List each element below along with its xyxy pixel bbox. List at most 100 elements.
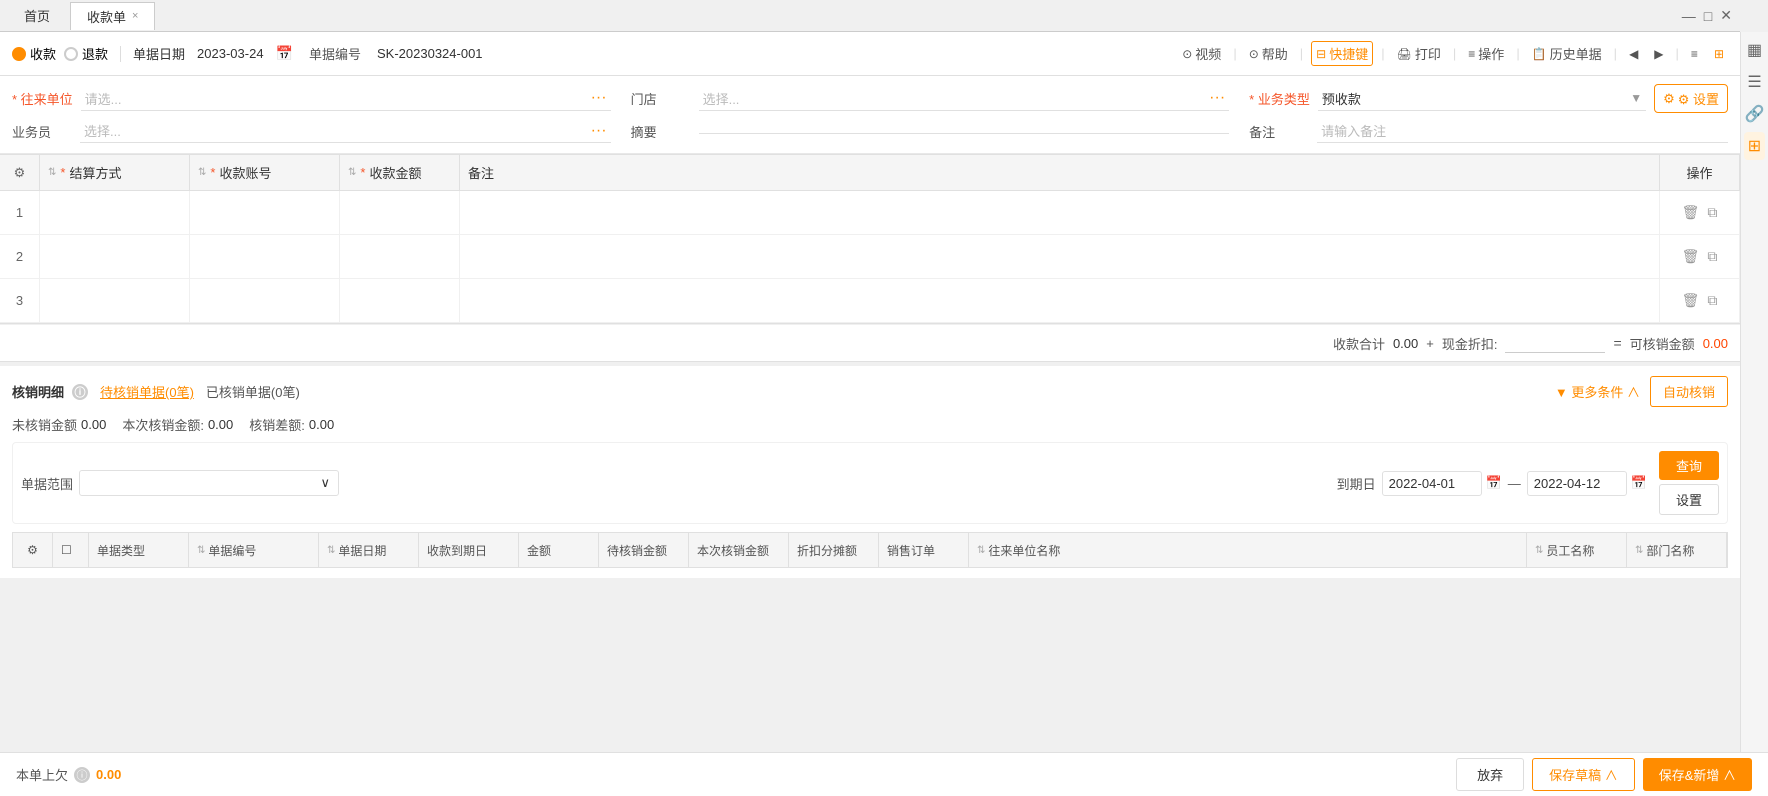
list-view-btn[interactable]: ≡ (1687, 45, 1702, 63)
th-action-label: 操作 (1686, 163, 1712, 182)
help-btn[interactable]: ⊙ 帮助 (1245, 42, 1292, 65)
hexiao-stats: 未核销金额 0.00 本次核销金额: 0.00 核销差额: 0.00 (12, 415, 1728, 434)
counterpart-placeholder: 请选... (81, 89, 587, 108)
prev-btn[interactable]: ◀ (1625, 45, 1642, 63)
td-shoukuan-1[interactable] (190, 191, 340, 235)
video-btn[interactable]: ⊙ 视频 (1178, 42, 1225, 65)
bth-gear[interactable]: ⚙ (13, 533, 53, 567)
query-btn[interactable]: 查询 (1659, 451, 1719, 480)
hexiao-actions: ▼ 更多条件 ∧ 自动核销 (1555, 376, 1728, 407)
home-tab-label: 首页 (24, 6, 50, 25)
tab-done[interactable]: 已核销单据(0笔) (206, 382, 300, 401)
bth-due-date: 收款到期日 (419, 533, 519, 567)
tab-home[interactable]: 首页 (8, 0, 66, 31)
from-date-input[interactable] (1382, 471, 1482, 496)
counterpart-dots-icon[interactable]: ··· (587, 89, 611, 107)
th-shoukuan-label: 收款账号 (219, 163, 271, 182)
delete-icon-2[interactable]: 🗑 (1682, 248, 1700, 265)
radio-tuikuan-label: 退款 (82, 44, 108, 63)
to-date-group: 📅 (1527, 471, 1647, 496)
tab-active[interactable]: 收款单 × (70, 2, 155, 30)
td-jiesuan-1[interactable] (40, 191, 190, 235)
radio-shoukuan[interactable]: 收款 (12, 44, 56, 63)
to-date-input[interactable] (1527, 471, 1627, 496)
window-close-btn[interactable]: ✕ (1720, 7, 1732, 24)
counterpart-field[interactable]: 请选... ··· (81, 87, 611, 111)
abstract-field[interactable] (699, 129, 1230, 134)
hexiao-tabs: 待核销单据(0笔) 已核销单据(0笔) (100, 382, 300, 401)
history-btn[interactable]: 📋 历史单据 (1528, 42, 1606, 65)
staff-field[interactable]: 选择... ··· (80, 119, 611, 143)
range-select[interactable]: ∨ (79, 470, 339, 496)
hexiao-filter: 单据范围 ∨ 到期日 📅 — 📅 查询 设 (12, 442, 1728, 524)
sidebar-icon-3[interactable]: 🔗 (1741, 100, 1768, 128)
shop-field[interactable]: 选择... ··· (699, 87, 1230, 111)
table-gear-th[interactable]: ⚙ (0, 155, 40, 190)
td-jine-1[interactable] (340, 191, 460, 235)
th-jine-label: 收款金额 (369, 163, 421, 182)
discount-input[interactable] (1505, 333, 1605, 353)
more-conditions-btn[interactable]: ▼ 更多条件 ∧ (1555, 382, 1640, 401)
td-jiesuan-2[interactable] (40, 235, 190, 279)
sidebar-icon-4[interactable]: ⊞ (1744, 132, 1765, 160)
tab-pending[interactable]: 待核销单据(0笔) (100, 382, 194, 401)
window-controls: — □ ✕ (1682, 7, 1732, 24)
hexiao-title-text: 核销明细 (12, 382, 64, 401)
td-jine-3[interactable] (340, 279, 460, 323)
copy-icon-2[interactable]: ⧉ (1707, 248, 1717, 265)
calendar-to-icon[interactable]: 📅 (1631, 475, 1647, 491)
abstract-label: 摘要 (631, 122, 691, 141)
calendar-icon[interactable]: 📅 (276, 45, 293, 62)
copy-icon-1[interactable]: ⧉ (1707, 204, 1717, 221)
td-action-1: 🗑 ⧉ (1660, 191, 1740, 235)
sidebar-icon-2[interactable]: ☰ (1743, 68, 1765, 96)
date-value: 2023-03-24 (197, 46, 264, 61)
sidebar-icon-1[interactable]: ▦ (1743, 36, 1766, 64)
summary-row: 收款合计 0.00 + 现金折扣: = 可核销金额 0.00 (0, 324, 1740, 362)
note-field[interactable]: 请输入备注 (1317, 119, 1728, 143)
biztype-select[interactable]: 预收款 ▼ (1318, 87, 1646, 111)
td-shoukuan-3[interactable] (190, 279, 340, 323)
shop-placeholder: 选择... (699, 89, 1206, 108)
auto-hexiao-btn[interactable]: 自动核销 (1650, 376, 1728, 407)
next-btn[interactable]: ▶ (1650, 45, 1667, 63)
operate-btn[interactable]: ≡ 操作 (1464, 42, 1508, 65)
close-tab-icon[interactable]: × (132, 10, 138, 22)
filter-settings-btn[interactable]: 设置 (1659, 484, 1719, 515)
td-shoukuan-2[interactable] (190, 235, 340, 279)
sep6: | (1614, 46, 1617, 61)
bth-checkbox[interactable]: ☐ (53, 533, 89, 567)
minimize-btn[interactable]: — (1682, 7, 1696, 24)
bth-current-amount: 本次核销金额 (689, 533, 789, 567)
filter-actions: 查询 设置 (1659, 451, 1719, 515)
print-btn[interactable]: 🖨 打印 (1393, 42, 1445, 65)
grid-view-btn[interactable]: ⊞ (1710, 45, 1728, 63)
th-shoukuan: ⇅ * 收款账号 (190, 155, 340, 190)
td-beizhu-1[interactable] (460, 191, 1660, 235)
abandon-btn[interactable]: 放弃 (1456, 758, 1524, 791)
shop-dots-icon[interactable]: ··· (1205, 89, 1229, 107)
calendar-from-icon[interactable]: 📅 (1486, 475, 1502, 491)
shortcut-btn[interactable]: ⊟ 快捷键 (1311, 41, 1373, 66)
save-new-btn[interactable]: 保存&新增 ∧ (1643, 758, 1752, 791)
td-jine-2[interactable] (340, 235, 460, 279)
td-beizhu-2[interactable] (460, 235, 1660, 279)
td-jiesuan-3[interactable] (40, 279, 190, 323)
save-draft-btn[interactable]: 保存草稿 ∧ (1532, 758, 1635, 791)
hexiao-info-icon[interactable]: ⓘ (72, 384, 88, 400)
sep1: | (1233, 46, 1236, 61)
td-beizhu-3[interactable] (460, 279, 1660, 323)
sep5: | (1516, 46, 1519, 61)
delete-icon-3[interactable]: 🗑 (1682, 292, 1700, 309)
delete-icon-1[interactable]: 🗑 (1682, 204, 1700, 221)
settings-button[interactable]: ⚙ ⚙ 设置 (1654, 84, 1728, 113)
footer-info-icon[interactable]: ⓘ (74, 767, 90, 783)
maximize-btn[interactable]: □ (1704, 7, 1712, 24)
save-draft-label: 保存草稿 ∧ (1549, 765, 1618, 784)
note-placeholder: 请输入备注 (1317, 121, 1728, 140)
save-new-label: 保存&新增 ∧ (1659, 765, 1736, 784)
copy-icon-3[interactable]: ⧉ (1707, 292, 1717, 309)
radio-tuikuan[interactable]: 退款 (64, 44, 108, 63)
staff-dots-icon[interactable]: ··· (587, 122, 611, 140)
hexiao-section: 核销明细 ⓘ 待核销单据(0笔) 已核销单据(0笔) ▼ 更多条件 ∧ 自动核销… (0, 362, 1740, 578)
